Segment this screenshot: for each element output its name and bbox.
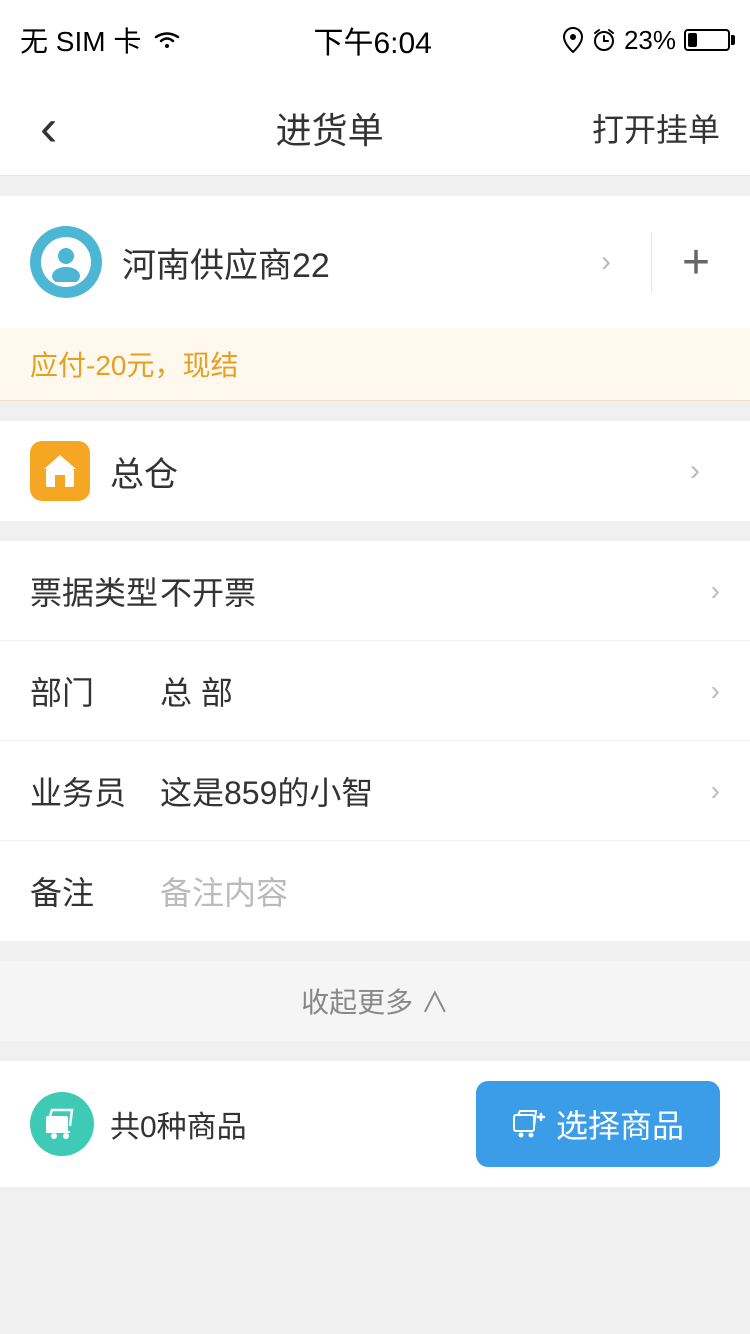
invoice-value: 不开票 [160, 568, 711, 614]
supplier-section[interactable]: 河南供应商22 › + [0, 196, 750, 328]
nav-bar: ‹ 进货单 打开挂单 [0, 80, 750, 176]
alarm-icon [592, 27, 616, 53]
back-button[interactable]: ‹ [30, 88, 67, 168]
carrier-text: 无 SIM 卡 [20, 20, 141, 60]
salesperson-chevron-icon: › [711, 775, 720, 807]
select-product-button[interactable]: 选择商品 [476, 1081, 720, 1167]
status-right: 23% [562, 25, 730, 56]
form-row-department[interactable]: 部门 总 部 › [0, 641, 750, 741]
status-time: 下午6:04 [313, 18, 431, 62]
remark-input[interactable]: 备注内容 [160, 868, 720, 914]
product-count-wrap: 共0种商品 [30, 1092, 247, 1156]
bottom-bar: 共0种商品 选择商品 [0, 1061, 750, 1187]
warehouse-name: 总仓 [110, 447, 690, 496]
form-row-invoice[interactable]: 票据类型 不开票 › [0, 541, 750, 641]
page-title: 进货单 [276, 102, 384, 154]
avatar-inner [41, 237, 91, 287]
select-product-icon [512, 1109, 546, 1139]
wifi-icon [151, 28, 183, 52]
main-content: 河南供应商22 › + 应付-20元，现结 总仓 › 票据类型 不开票 › [0, 176, 750, 1334]
open-pending-button[interactable]: 打开挂单 [592, 105, 720, 151]
supplier-notice: 应付-20元，现结 [0, 328, 750, 401]
salesperson-value: 这是859的小智 [160, 768, 711, 814]
divider-1 [0, 176, 750, 196]
supplier-avatar [30, 226, 102, 298]
cart-icon-wrap [30, 1092, 94, 1156]
battery-percent: 23% [624, 25, 676, 56]
battery-icon [684, 29, 730, 51]
department-chevron-icon: › [711, 675, 720, 707]
status-bar: 无 SIM 卡 下午6:04 23% [0, 0, 750, 80]
salesperson-label: 业务员 [30, 768, 160, 814]
department-label: 部门 [30, 668, 160, 714]
invoice-chevron-icon: › [711, 575, 720, 607]
status-carrier: 无 SIM 卡 [20, 20, 183, 60]
form-row-remark[interactable]: 备注 备注内容 [0, 841, 750, 941]
cart-icon [44, 1106, 80, 1142]
collapse-label: 收起更多 ∧ [301, 981, 449, 1021]
vertical-divider [651, 232, 652, 292]
warehouse-row[interactable]: 总仓 › [0, 421, 750, 521]
location-icon [562, 27, 584, 53]
warehouse-icon-wrap [30, 441, 90, 501]
warehouse-chevron-icon: › [690, 454, 700, 488]
select-product-label: 选择商品 [556, 1101, 684, 1147]
warehouse-icon [42, 453, 78, 489]
person-icon [46, 242, 86, 282]
collapse-row[interactable]: 收起更多 ∧ [0, 961, 750, 1041]
supplier-chevron-icon: › [601, 245, 611, 279]
form-row-salesperson[interactable]: 业务员 这是859的小智 › [0, 741, 750, 841]
remark-label: 备注 [30, 868, 160, 914]
form-section: 票据类型 不开票 › 部门 总 部 › 业务员 这是859的小智 › 备注 备注… [0, 541, 750, 941]
warehouse-section: 总仓 › [0, 421, 750, 521]
add-supplier-button[interactable]: + [672, 235, 720, 290]
invoice-label: 票据类型 [30, 568, 160, 614]
supplier-name: 河南供应商22 [122, 238, 601, 287]
department-value: 总 部 [160, 668, 711, 714]
supplier-row[interactable]: 河南供应商22 › [30, 196, 631, 328]
product-count-text: 共0种商品 [110, 1102, 247, 1146]
